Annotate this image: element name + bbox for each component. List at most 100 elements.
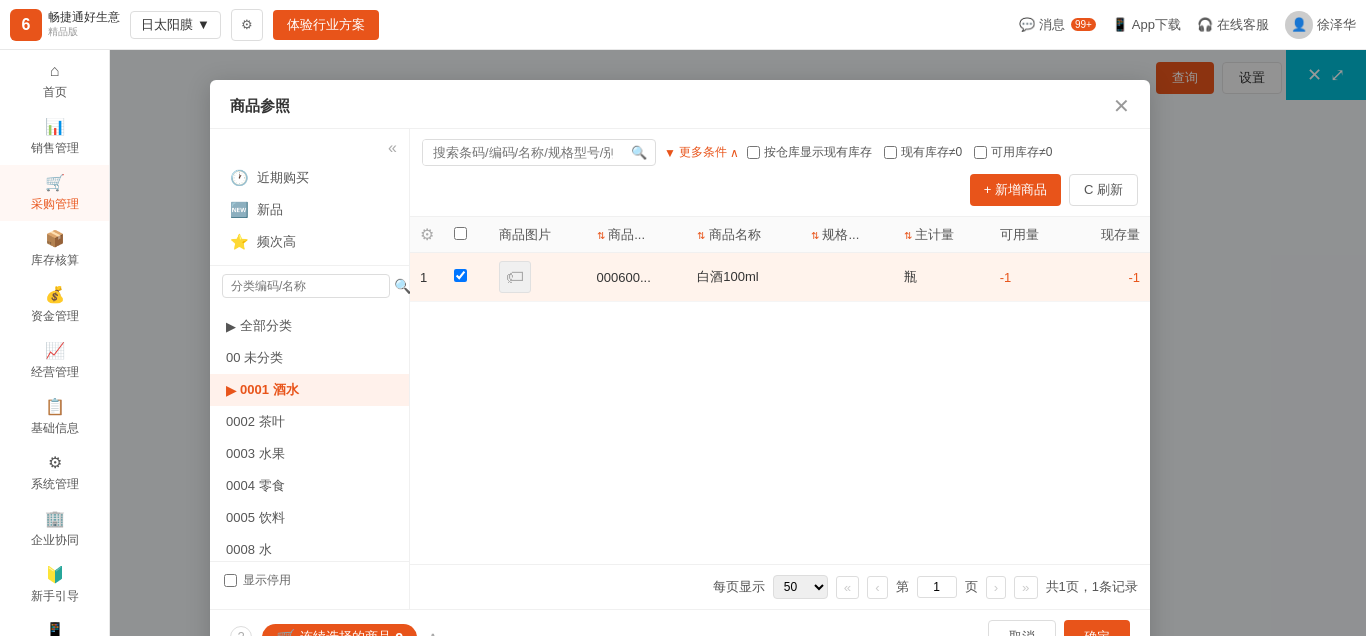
- new-products-item[interactable]: 🆕 新品: [222, 195, 397, 225]
- page-label: 第: [896, 578, 909, 596]
- right-panel: 🔍 ▼ 更多条件 ∧ 按仓库显示现有库存: [410, 129, 1150, 609]
- page-input[interactable]: [917, 576, 957, 598]
- filter-label: 更多条件: [679, 144, 727, 161]
- category-0005[interactable]: 0005 饮料: [210, 502, 409, 534]
- warehouse-filter-label[interactable]: 按仓库显示现有库存: [747, 144, 872, 161]
- cart-area[interactable]: 🛒 连续选择的商品 0: [262, 624, 417, 637]
- message-icon: 💬: [1019, 17, 1035, 32]
- page-size-select[interactable]: 50 10 20 100: [773, 575, 828, 599]
- sort-icon-unit[interactable]: ⇅: [904, 230, 912, 241]
- last-page-button[interactable]: »: [1014, 576, 1037, 599]
- top-nav: 6 畅捷通好生意 精品版 日太阳膜 ▼ ⚙ 体验行业方案 💬 消息 99+ 📱 …: [0, 0, 1366, 50]
- help-icon[interactable]: ?: [230, 626, 252, 636]
- new-icon: 🆕: [230, 201, 249, 219]
- sidebar-label-system: 系统管理: [31, 476, 79, 493]
- refresh-table-button[interactable]: C 刷新: [1069, 174, 1138, 206]
- sidebar-label-basics: 基础信息: [31, 420, 79, 437]
- unit-col-header: ⇅ 主计量: [894, 217, 990, 253]
- logo-icon: 6: [10, 9, 42, 41]
- stock-nz-checkbox[interactable]: [884, 146, 897, 159]
- category-label-0005: 0005 饮料: [226, 509, 285, 527]
- frequent-item[interactable]: ⭐ 频次高: [222, 227, 397, 257]
- toolbar-right: + 新增商品 C 刷新: [970, 174, 1138, 206]
- table-settings-icon[interactable]: ⚙: [420, 226, 434, 243]
- logo-area: 6 畅捷通好生意 精品版: [10, 9, 120, 41]
- sort-icon-spec[interactable]: ⇅: [811, 230, 819, 241]
- phone-icon: 📱: [1112, 17, 1128, 32]
- category-0001[interactable]: ▶ 0001 酒水: [210, 374, 409, 406]
- sidebar-item-inventory[interactable]: 📦 库存核算: [0, 221, 109, 277]
- first-page-button[interactable]: «: [836, 576, 859, 599]
- sidebar-label-inventory: 库存核算: [31, 252, 79, 269]
- recent-purchases-item[interactable]: 🕐 近期购买: [222, 163, 397, 193]
- selector-label: 日太阳膜: [141, 16, 193, 34]
- experience-button[interactable]: 体验行业方案: [273, 10, 379, 40]
- select-all-checkbox[interactable]: [454, 227, 467, 240]
- sidebar-item-finance[interactable]: 💰 资金管理: [0, 277, 109, 333]
- modal-close-button[interactable]: ✕: [1113, 94, 1130, 118]
- collapse-footer-icon[interactable]: ∧: [427, 628, 439, 637]
- category-all[interactable]: ▶ 全部分类: [210, 310, 409, 342]
- sidebar-item-enterprise[interactable]: 🏢 企业协同: [0, 501, 109, 557]
- message-nav-item[interactable]: 💬 消息 99+: [1019, 16, 1096, 34]
- next-page-button[interactable]: ›: [986, 576, 1006, 599]
- service-label: 在线客服: [1217, 16, 1269, 34]
- category-search-input[interactable]: [222, 274, 390, 298]
- modal-body: « 🕐 近期购买 🆕 新品 ⭐ 频次高: [210, 129, 1150, 609]
- spec-col-header: ⇅ 规格...: [801, 217, 894, 253]
- product-search-input[interactable]: [423, 140, 623, 165]
- more-filters-button[interactable]: ▼ 更多条件 ∧: [664, 144, 739, 161]
- table-row[interactable]: 1 🏷 000600... 白酒100ml: [410, 253, 1150, 302]
- gear-icon: ⚙: [241, 17, 253, 32]
- row-checkbox[interactable]: [454, 269, 467, 282]
- left-top-btns: « 🕐 近期购买 🆕 新品 ⭐ 频次高: [210, 139, 409, 266]
- sidebar-item-sales[interactable]: 📊 销售管理: [0, 109, 109, 165]
- stock-nz-label-text: 现有库存≠0: [901, 144, 962, 161]
- settings-col-header: ⚙: [410, 217, 444, 253]
- avail-nz-checkbox[interactable]: [974, 146, 987, 159]
- row-stock: -1: [1070, 253, 1150, 302]
- nav-selector[interactable]: 日太阳膜 ▼: [130, 11, 221, 39]
- cancel-button[interactable]: 取消: [988, 620, 1056, 636]
- headset-icon: 🎧: [1197, 17, 1213, 32]
- service-item[interactable]: 🎧 在线客服: [1197, 16, 1269, 34]
- show-disabled-checkbox[interactable]: [224, 574, 237, 587]
- operations-icon: 📈: [45, 341, 65, 360]
- sidebar-item-basics[interactable]: 📋 基础信息: [0, 389, 109, 445]
- main-layout: ⌂ 首页 📊 销售管理 🛒 采购管理 📦 库存核算 💰 资金管理 📈 经营管理 …: [0, 50, 1366, 636]
- category-0004[interactable]: 0004 零食: [210, 470, 409, 502]
- category-00[interactable]: 00 未分类: [210, 342, 409, 374]
- category-0003[interactable]: 0003 水果: [210, 438, 409, 470]
- avail-nz-filter-label[interactable]: 可用库存≠0: [974, 144, 1052, 161]
- sidebar-item-operations[interactable]: 📈 经营管理: [0, 333, 109, 389]
- filter-icon: ▼: [664, 146, 676, 160]
- nav-right: 💬 消息 99+ 📱 App下载 🎧 在线客服 👤 徐泽华: [1019, 11, 1356, 39]
- product-thumbnail: 🏷: [499, 261, 531, 293]
- category-arrow-all: ▶: [226, 319, 236, 334]
- category-0008[interactable]: 0008 水: [210, 534, 409, 561]
- user-item[interactable]: 👤 徐泽华: [1285, 11, 1356, 39]
- category-search-icon[interactable]: 🔍: [394, 278, 411, 294]
- sort-icon-code[interactable]: ⇅: [597, 230, 605, 241]
- sidebar-item-appcenter[interactable]: 📱 应用中心: [0, 613, 109, 636]
- sidebar-item-newbie[interactable]: 🔰 新手引导: [0, 557, 109, 613]
- add-product-button[interactable]: + 新增商品: [970, 174, 1061, 206]
- filter-up-icon: ∧: [730, 146, 739, 160]
- sidebar-item-system[interactable]: ⚙ 系统管理: [0, 445, 109, 501]
- collapse-left-icon[interactable]: «: [388, 139, 397, 157]
- product-search-icon[interactable]: 🔍: [623, 140, 655, 165]
- prev-page-button[interactable]: ‹: [867, 576, 887, 599]
- sort-icon-name[interactable]: ⇅: [697, 230, 705, 241]
- sidebar-item-home[interactable]: ⌂ 首页: [0, 54, 109, 109]
- sidebar-item-purchase[interactable]: 🛒 采购管理: [0, 165, 109, 221]
- stock-nz-filter-label[interactable]: 现有库存≠0: [884, 144, 962, 161]
- gear-button[interactable]: ⚙: [231, 9, 263, 41]
- warehouse-checkbox[interactable]: [747, 146, 760, 159]
- row-avail: -1: [990, 253, 1070, 302]
- category-0002[interactable]: 0002 茶叶: [210, 406, 409, 438]
- product-reference-modal: 商品参照 ✕ « 🕐 近期购买 🆕: [210, 80, 1150, 636]
- message-badge: 99+: [1071, 18, 1096, 31]
- image-col-header: 商品图片: [489, 217, 587, 253]
- app-download-item[interactable]: 📱 App下载: [1112, 16, 1181, 34]
- confirm-button[interactable]: 确定: [1064, 620, 1130, 636]
